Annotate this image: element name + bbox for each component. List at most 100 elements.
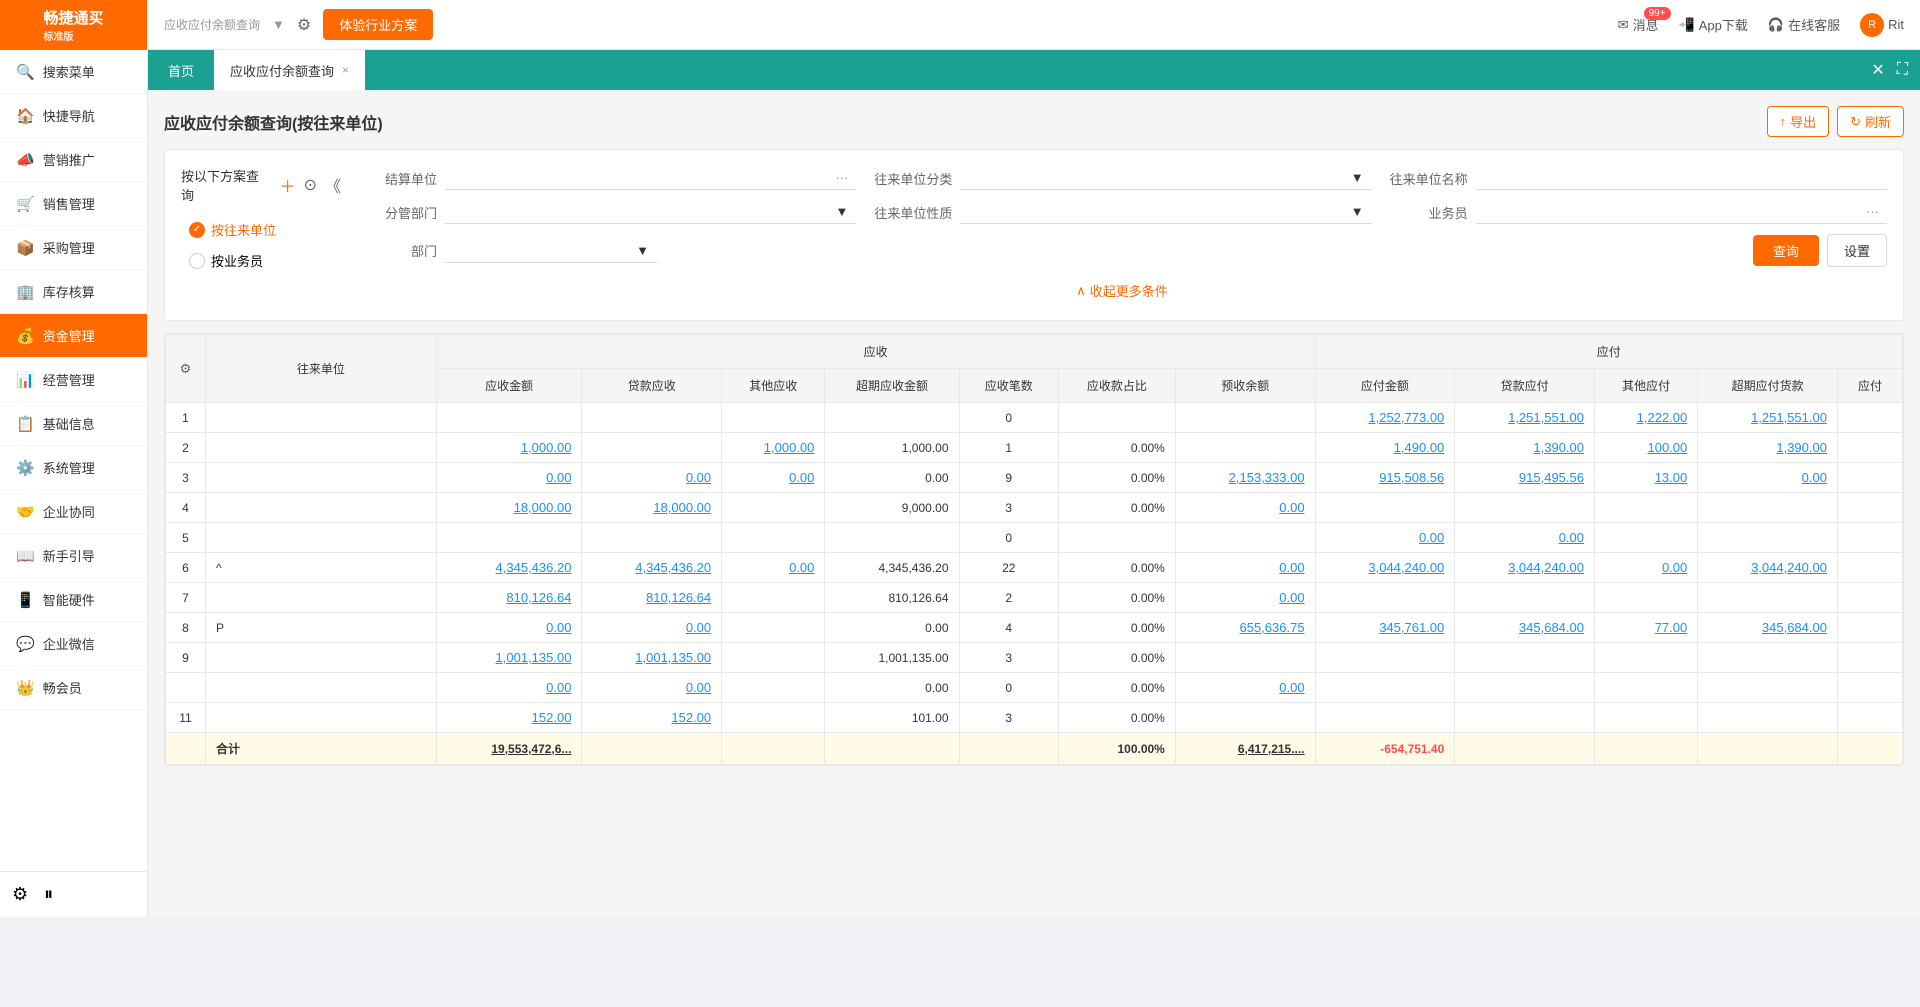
message-badge: 99+ — [1644, 7, 1671, 20]
filter-right: 结算单位 ··· 往来单位分类 ▼ 往来单位 — [357, 166, 1887, 304]
footer-ar-count — [959, 733, 1059, 765]
filter-row-2: 分管部门 ▼ 往来单位性质 ▼ 业务员 — [357, 200, 1887, 224]
sidebar-item-hardware[interactable]: 📱 智能硬件 — [0, 578, 147, 622]
filter-panel: 按以下方案查询 ＋ ⊙ 《 ✓ 按往来单位 按业务员 — [164, 149, 1904, 321]
footer-ap-overdue — [1698, 733, 1838, 765]
filter-label-part-dept: 部门 — [357, 241, 437, 260]
online-service-button[interactable]: 🎧 在线客服 — [1768, 15, 1840, 34]
table-row: 500.000.00 — [166, 523, 1903, 553]
sidebar-item-purchase[interactable]: 📦 采购管理 — [0, 226, 147, 270]
filter-scheme-icon[interactable]: ⊙ — [304, 175, 317, 195]
tab-close-icon[interactable]: × — [342, 63, 349, 77]
filter-schemes: ✓ 按往来单位 按业务员 — [181, 216, 341, 274]
sidebar-item-operation[interactable]: 📊 经营管理 — [0, 358, 147, 402]
table-row: 8P0.000.000.0040.00%655,636.75345,761.00… — [166, 613, 1903, 643]
scheme-active-icon: ✓ — [189, 222, 205, 238]
sidebar-item-marketing[interactable]: 📣 营销推广 — [0, 138, 147, 182]
sidebar-item-sales[interactable]: 🛒 销售管理 — [0, 182, 147, 226]
header-breadcrumb: 应收应付余额查询 — [164, 16, 260, 33]
header-right: ✉ 消息 99+ 📲 App下载 🎧 在线客服 R Rit — [1618, 13, 1904, 37]
header-chevron-icon[interactable]: ▼ — [272, 17, 285, 32]
scheme-item-salesperson[interactable]: 按业务员 — [181, 247, 341, 274]
footer-ap-other — [1595, 733, 1698, 765]
col-ar-count-header: 应收笔数 — [959, 369, 1059, 403]
filter-select-dept[interactable]: ▼ — [445, 200, 856, 224]
partner-nature-chevron-icon: ▼ — [1351, 204, 1364, 219]
table-row: 91,001,135.001,001,135.001,001,135.0030.… — [166, 643, 1903, 673]
jiesuan-dots-icon[interactable]: ··· — [835, 170, 848, 185]
user-name: Rit — [1888, 17, 1904, 32]
export-button[interactable]: ↑ 导出 — [1767, 106, 1830, 137]
app-label: App下载 — [1699, 15, 1748, 34]
app-download-button[interactable]: 📲 App下载 — [1679, 15, 1748, 34]
tab-active[interactable]: 应收应付余额查询 × — [214, 50, 365, 90]
sidebar-item-wechat-label: 企业微信 — [43, 634, 95, 653]
trial-button[interactable]: 体验行业方案 — [323, 9, 433, 40]
footer-ap-loan — [1455, 733, 1595, 765]
operation-icon: 📊 — [16, 371, 35, 389]
sidebar-item-purchase-label: 采购管理 — [43, 238, 95, 257]
sidebar-item-finance[interactable]: 💰 资金管理 — [0, 314, 147, 358]
sales-icon: 🛒 — [16, 195, 35, 213]
sidebar-item-system[interactable]: ⚙️ 系统管理 — [0, 446, 147, 490]
refresh-button[interactable]: ↻ 刷新 — [1837, 106, 1904, 137]
query-button[interactable]: 查询 — [1753, 235, 1819, 266]
sidebar-item-guide[interactable]: 📖 新手引导 — [0, 534, 147, 578]
part-dept-chevron-icon: ▼ — [636, 243, 649, 258]
message-button[interactable]: ✉ 消息 99+ — [1618, 15, 1659, 34]
inventory-icon: 🏢 — [16, 283, 35, 301]
table-row: 418,000.0018,000.009,000.0030.00%0.00 — [166, 493, 1903, 523]
filter-input-salesperson[interactable]: ··· — [1476, 200, 1887, 224]
sidebar: 畅捷通买 标准版 🔍 搜索菜单 🏠 快捷导航 📣 营销推广 🛒 销售管理 📦 采… — [0, 0, 148, 917]
home-icon: 🏠 — [16, 107, 35, 125]
purchase-icon: 📦 — [16, 239, 35, 257]
tab-home[interactable]: 首页 — [148, 50, 214, 90]
sidebar-item-member[interactable]: 👑 畅会员 — [0, 666, 147, 710]
sidebar-item-inventory[interactable]: 🏢 库存核算 — [0, 270, 147, 314]
table-row: 11152.00152.00101.0030.00% — [166, 703, 1903, 733]
filter-actions: 查询 设置 — [673, 234, 1887, 267]
settings-button[interactable]: 设置 — [1827, 234, 1887, 267]
sidebar-item-nav[interactable]: 🏠 快捷导航 — [0, 94, 147, 138]
filter-label-partner-name: 往来单位名称 — [1388, 169, 1468, 188]
col-ar-other-header: 其他应收 — [722, 369, 825, 403]
filter-input-jiesuan[interactable]: ··· — [445, 166, 856, 190]
wechat-icon: 💬 — [16, 635, 35, 653]
collapse-button[interactable]: ∧ 收起更多条件 — [357, 277, 1887, 304]
tab-close-window-icon[interactable]: ✕ — [1871, 60, 1884, 80]
filter-select-partner-cat[interactable]: ▼ — [960, 166, 1371, 190]
filter-select-partner-nature[interactable]: ▼ — [960, 200, 1371, 224]
filter-add-icon[interactable]: ＋ — [280, 173, 296, 197]
scheme-label-salesperson: 按业务员 — [211, 251, 263, 270]
tab-expand-icon[interactable]: ⛶ — [1897, 61, 1908, 79]
main-content: 应收应付余额查询(按往来单位) ↑ 导出 ↻ 刷新 按以下方案查询 ＋ ⊙ 《 — [148, 90, 1920, 917]
filter-label-salesperson: 业务员 — [1388, 203, 1468, 222]
table-row: 101,252,773.001,251,551.001,222.001,251,… — [166, 403, 1903, 433]
sidebar-item-search-label: 搜索菜单 — [43, 62, 95, 81]
header-gear-icon[interactable]: ⚙ — [297, 15, 311, 35]
sidebar-item-search[interactable]: 🔍 搜索菜单 — [0, 50, 147, 94]
tab-bar-right: ✕ ⛶ — [1871, 60, 1920, 80]
sidebar-item-wechat[interactable]: 💬 企业微信 — [0, 622, 147, 666]
filter-input-partner-name[interactable] — [1476, 166, 1887, 190]
filter-select-part-dept[interactable]: ▼ — [445, 239, 657, 263]
footer-ar-overdue — [825, 733, 959, 765]
sidebar-settings-icon[interactable]: ⚙ — [12, 884, 28, 905]
service-icon: 🎧 — [1768, 17, 1784, 33]
table-settings-icon[interactable]: ⚙ — [180, 361, 192, 376]
footer-ap-amount: -654,751.40 — [1315, 733, 1455, 765]
filter-collapse-icon[interactable]: 《 — [325, 173, 341, 197]
tab-bar: 首页 应收应付余额查询 × ✕ ⛶ — [148, 50, 1920, 90]
sidebar-collapse-icon[interactable]: ⏸ — [44, 884, 53, 905]
table-scroll[interactable]: ⚙ 往来单位 应收 应付 应收金额 贷款应收 其他应收 超期应收金额 应收笔数 … — [165, 334, 1903, 765]
footer-ar-prepay[interactable]: 6,417,215.... — [1175, 733, 1315, 765]
footer-ar-amount[interactable]: 19,553,472,6... — [436, 733, 582, 765]
scheme-item-partner[interactable]: ✓ 按往来单位 — [181, 216, 341, 243]
filter-label-partner-nature: 往来单位性质 — [872, 203, 952, 222]
filter-field-partner-name: 往来单位名称 — [1388, 166, 1887, 190]
collab-icon: 🤝 — [16, 503, 35, 521]
sidebar-item-collab[interactable]: 🤝 企业协同 — [0, 490, 147, 534]
salesperson-dots-icon[interactable]: ··· — [1866, 204, 1879, 219]
data-table-container: ⚙ 往来单位 应收 应付 应收金额 贷款应收 其他应收 超期应收金额 应收笔数 … — [164, 333, 1904, 766]
sidebar-item-basic[interactable]: 📋 基础信息 — [0, 402, 147, 446]
